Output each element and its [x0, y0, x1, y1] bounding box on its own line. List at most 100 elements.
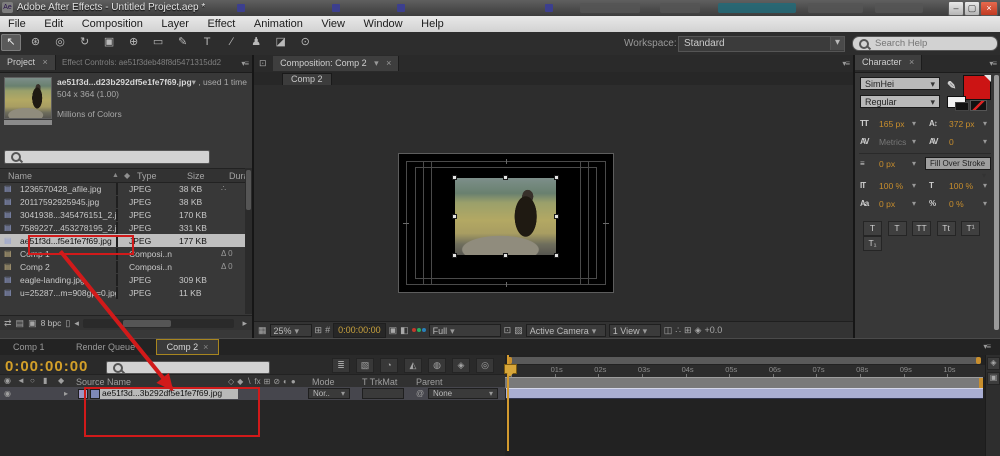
- chevron-down-icon[interactable]: ▾: [912, 159, 916, 168]
- label-color-swatch[interactable]: [116, 209, 118, 221]
- collapse-switch-icon[interactable]: ◆: [237, 377, 243, 386]
- time-ruler[interactable]: 0s 01s 02s 03s 04s 05s 06s 07s 08s: [505, 365, 985, 377]
- layer-duration-bar[interactable]: [506, 388, 983, 399]
- timeline-search[interactable]: [106, 361, 270, 374]
- faux-bold-button[interactable]: T: [863, 221, 882, 236]
- interpret-footage-icon[interactable]: ⇄: [4, 318, 12, 329]
- subscript-button[interactable]: T₁: [863, 236, 882, 251]
- column-duration[interactable]: Duration: [229, 171, 245, 181]
- lock-icon[interactable]: ▮: [43, 376, 47, 385]
- tab-effect-controls[interactable]: Effect Controls: ae51f3deb48f8d5471315dd…: [62, 58, 222, 67]
- timeline-button-icon[interactable]: ⊞: [684, 325, 692, 336]
- panel-menu-icon[interactable]: ▾≡: [241, 59, 248, 68]
- selection-handle[interactable]: [554, 253, 559, 258]
- chevron-down-icon[interactable]: ▾: [374, 58, 379, 68]
- selection-handle[interactable]: [452, 175, 457, 180]
- tag-icon[interactable]: ◆: [124, 171, 137, 180]
- stroke-width-value[interactable]: 0 px: [879, 159, 895, 169]
- tracking-value[interactable]: 0: [949, 137, 954, 147]
- chevron-down-icon[interactable]: ▾: [912, 137, 916, 146]
- preview-timecode[interactable]: 0:00:00:00: [333, 323, 386, 338]
- close-icon[interactable]: ×: [43, 57, 48, 67]
- motion-blur-icon[interactable]: ◍: [428, 358, 446, 373]
- column-trkmat[interactable]: T TrkMat: [362, 377, 397, 387]
- eye-icon[interactable]: ◉: [4, 376, 11, 385]
- rotation-tool[interactable]: ↻: [75, 34, 95, 51]
- tab-project[interactable]: Project ×: [0, 55, 56, 70]
- flowchart-icon[interactable]: ◈: [695, 325, 702, 336]
- work-area-end-handle[interactable]: [979, 378, 983, 388]
- zoom-tool[interactable]: ◎: [50, 34, 70, 51]
- brush-tool[interactable]: ∕: [222, 34, 242, 51]
- menu-item[interactable]: Help: [413, 16, 452, 32]
- region-of-interest-icon[interactable]: ⊡: [504, 325, 512, 336]
- selection-handle[interactable]: [452, 214, 457, 219]
- bit-depth-button[interactable]: 8 bpc: [41, 318, 62, 328]
- comp-marker-bin-icon[interactable]: ◈: [987, 357, 1000, 370]
- menu-item[interactable]: Window: [356, 16, 411, 32]
- selection-handle[interactable]: [554, 175, 559, 180]
- label-color-swatch[interactable]: [116, 274, 118, 286]
- chevron-down-icon[interactable]: ▾: [983, 119, 987, 128]
- menu-item[interactable]: Edit: [36, 16, 71, 32]
- column-type[interactable]: Type: [137, 171, 187, 181]
- menu-item[interactable]: File: [0, 16, 34, 32]
- project-row[interactable]: ▤ 20117592925945.jpg JPEG 38 KB: [0, 195, 245, 208]
- snapshot-icon[interactable]: ▣: [389, 325, 398, 336]
- new-folder-icon[interactable]: ▤: [16, 318, 25, 329]
- audio-icon[interactable]: ◄: [17, 376, 25, 385]
- pick-whip-icon[interactable]: @: [416, 389, 424, 398]
- vertical-scale-value[interactable]: 100 %: [879, 181, 903, 191]
- chevron-down-icon[interactable]: ▾: [983, 137, 987, 146]
- shy-switch-icon[interactable]: ◇: [228, 377, 234, 386]
- composition-mini-flowchart-icon[interactable]: ≣: [332, 358, 350, 373]
- project-row[interactable]: ▤ Comp 2 Composi..n Δ 0: [0, 260, 245, 273]
- column-parent[interactable]: Parent: [416, 377, 443, 387]
- grid-options-icon[interactable]: ▦: [258, 325, 267, 336]
- project-vertical-scrollbar[interactable]: [245, 168, 252, 314]
- type-tool[interactable]: T: [197, 34, 217, 51]
- minimize-button[interactable]: –: [948, 1, 964, 16]
- frame-blend-switch-icon[interactable]: ⊞: [264, 377, 271, 386]
- label-color-swatch[interactable]: [116, 183, 118, 195]
- comp-button-icon[interactable]: ▣: [987, 372, 1000, 385]
- project-search-input[interactable]: [25, 151, 203, 164]
- new-composition-icon[interactable]: ▣: [28, 318, 37, 329]
- selection-handle[interactable]: [503, 253, 508, 258]
- chevron-down-icon[interactable]: ▾: [912, 119, 916, 128]
- camera-tool[interactable]: ▣: [99, 34, 119, 51]
- baseline-shift-value[interactable]: 0 px: [879, 199, 895, 209]
- composition-viewer[interactable]: [254, 85, 853, 321]
- adjustment-switch-icon[interactable]: ◐: [283, 377, 288, 386]
- help-search-input[interactable]: [873, 37, 991, 50]
- project-row[interactable]: ▤ 1236570428_afile.jpg JPEG 38 KB ∴: [0, 182, 245, 195]
- graph-editor-icon[interactable]: ◎: [476, 358, 494, 373]
- selection-handle[interactable]: [503, 175, 508, 180]
- fast-preview-icon[interactable]: ∴: [675, 325, 681, 336]
- scroll-right-icon[interactable]: ▸: [242, 318, 247, 329]
- quality-switch-icon[interactable]: ∖: [246, 377, 251, 386]
- column-name[interactable]: Name: [0, 171, 112, 181]
- playhead-line[interactable]: [507, 355, 509, 451]
- selection-tool[interactable]: ↖: [1, 34, 21, 51]
- menu-item[interactable]: Composition: [74, 16, 151, 32]
- choose-grid-icon[interactable]: ⊞: [315, 325, 323, 336]
- tsume-value[interactable]: 0 %: [949, 199, 964, 209]
- parent-select[interactable]: None▾: [428, 388, 498, 399]
- project-row[interactable]: ▤ eagle-landing.jpg JPEG 309 KB: [0, 273, 245, 286]
- project-row[interactable]: ▤ 3041938...345476151_2.jpg JPEG 170 KB: [0, 208, 245, 221]
- chevron-down-icon[interactable]: ▾: [983, 199, 987, 208]
- transparency-grid-icon[interactable]: ▨: [514, 325, 523, 336]
- faux-italic-button[interactable]: T: [888, 221, 907, 236]
- magnification-select[interactable]: 25%▾: [270, 324, 312, 337]
- pixel-aspect-icon[interactable]: ◫: [664, 325, 673, 336]
- draft-3d-icon[interactable]: ▧: [356, 358, 374, 373]
- swap-fill-stroke-icon[interactable]: [984, 75, 991, 82]
- brainstorm-icon[interactable]: ◈: [452, 358, 470, 373]
- panel-menu-icon[interactable]: ▾≡: [983, 342, 990, 351]
- hand-tool[interactable]: ⊛: [26, 34, 46, 51]
- exposure-value[interactable]: +0.0: [704, 325, 722, 335]
- workspace-select[interactable]: Standard ▾: [678, 36, 845, 52]
- project-horizontal-scrollbar[interactable]: [83, 319, 235, 328]
- pen-tool[interactable]: ✎: [173, 34, 193, 51]
